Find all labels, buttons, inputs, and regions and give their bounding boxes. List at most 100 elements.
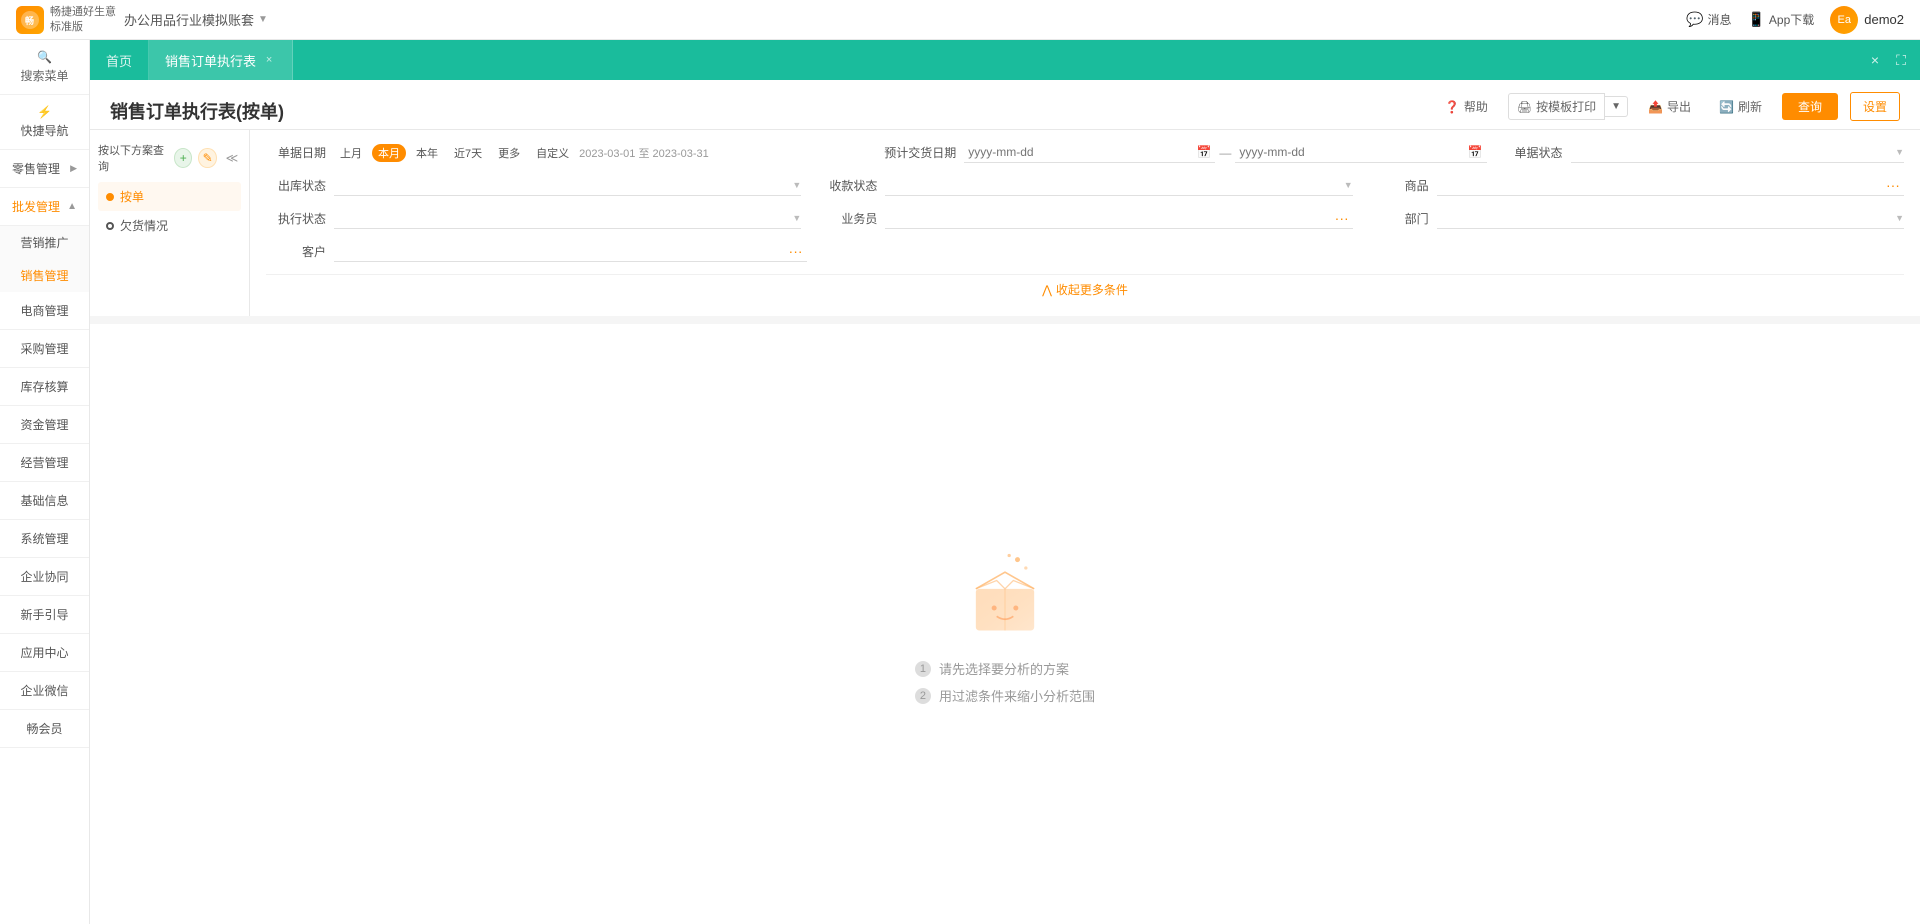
print-button[interactable]: 🖨 按模板打印: [1508, 93, 1605, 120]
nav-tabs: 首页 销售订单执行表 × × ⛶: [90, 40, 1920, 80]
sidebar-item-ecommerce[interactable]: 电商管理: [0, 292, 89, 330]
predict-date-end-input[interactable]: [1235, 142, 1463, 162]
user-info[interactable]: Ea demo2: [1830, 6, 1904, 34]
content-wrapper: 销售订单执行表(按单) ❓ 帮助 🖨 按模板打印 ▼ 📤: [90, 80, 1920, 924]
sidebar-item-inventory[interactable]: 库存核算: [0, 368, 89, 406]
logo-area: 畅 畅捷通好生意 标准版: [16, 5, 116, 34]
print-dropdown-arrow[interactable]: ▼: [1605, 96, 1628, 117]
export-button[interactable]: 📤 导出: [1640, 94, 1699, 119]
sidebar-item-wechat[interactable]: 企业微信: [0, 672, 89, 710]
customer-more-icon[interactable]: ···: [785, 243, 807, 259]
ship-status-label: 出库状态: [266, 177, 326, 194]
sidebar-item-app-center[interactable]: 应用中心: [0, 634, 89, 672]
tab-sales-execution[interactable]: 销售订单执行表 ×: [149, 40, 293, 80]
message-button[interactable]: 💬 消息: [1686, 11, 1731, 28]
sidebar-item-member[interactable]: 畅会员: [0, 710, 89, 748]
tab-close-icon[interactable]: ×: [262, 53, 276, 67]
filter-section: 按以下方案查询 + ✎ ≪ 按单 欠货情况: [90, 130, 1920, 316]
date-custom[interactable]: 自定义: [530, 144, 575, 162]
sidebar-item-new-guide[interactable]: 新手引导: [0, 596, 89, 634]
collapse-sidebar-button[interactable]: ≪: [223, 148, 241, 168]
maximize-button[interactable]: ⛶: [1890, 49, 1912, 71]
sidebar-item-quick-nav[interactable]: ⚡ 快捷导航: [0, 95, 89, 150]
filter-exec-status-field: 执行状态: [266, 208, 801, 229]
exec-status-label: 执行状态: [266, 210, 326, 227]
exec-status-dropdown-icon[interactable]: [792, 213, 801, 224]
salesperson-more-icon[interactable]: ···: [1331, 210, 1353, 226]
content-area: 首页 销售订单执行表 × × ⛶ 销售订单执行表(按单) ❓ 帮助: [90, 40, 1920, 924]
date-quick-options: 上月 本月 本年 近7天 更多 自定义: [334, 144, 575, 162]
filter-content: 单据日期 上月 本月 本年 近7天 更多 自定义: [250, 130, 1920, 316]
sidebar-item-retail[interactable]: 零售管理: [0, 150, 89, 188]
ship-status-input[interactable]: [334, 175, 792, 195]
avatar: Ea: [1830, 6, 1858, 34]
download-icon: 📱: [1747, 11, 1764, 28]
sidebar-item-search[interactable]: 🔍 搜索菜单: [0, 40, 89, 95]
edit-plan-button[interactable]: ✎: [198, 148, 216, 168]
calendar-start-icon[interactable]: 📅: [1192, 145, 1215, 159]
filter-dept-field: 部门: [1369, 208, 1904, 229]
collapse-more-button[interactable]: ⋀ 收起更多条件: [266, 274, 1904, 304]
product-more-icon[interactable]: ···: [1882, 177, 1904, 193]
ship-status-dropdown-icon[interactable]: [792, 180, 801, 191]
plan-active-dot: [106, 193, 114, 201]
logo-text: 畅捷通好生意 标准版: [50, 5, 116, 34]
predict-date-start-input[interactable]: [964, 142, 1192, 162]
sidebar: 🔍 搜索菜单 ⚡ 快捷导航 零售管理 批发管理 ▲ 营销推广 销售管理 电商管理: [0, 40, 90, 924]
date-this-year[interactable]: 本年: [410, 144, 444, 162]
date-range-display: 2023-03-01 至 2023-03-31: [579, 145, 709, 161]
status-input[interactable]: [1571, 142, 1896, 162]
tabs-spacer: [293, 40, 1856, 80]
header-left: 畅 畅捷通好生意 标准版 办公用品行业模拟账套 ▼: [16, 5, 268, 34]
dept-wrapper: [1437, 208, 1904, 229]
refresh-button[interactable]: 🔄 刷新: [1711, 94, 1770, 119]
settings-button[interactable]: 设置: [1850, 92, 1900, 121]
svg-text:畅: 畅: [25, 15, 34, 26]
salesperson-wrapper: ···: [885, 208, 1352, 229]
exec-status-input[interactable]: [334, 208, 792, 228]
filter-status-field: 单据状态: [1503, 142, 1905, 163]
product-input[interactable]: [1437, 175, 1882, 195]
customer-wrapper: ···: [334, 241, 807, 262]
payment-status-label: 收款状态: [817, 177, 877, 194]
dept-input[interactable]: [1437, 208, 1895, 228]
status-select-wrapper: [1571, 142, 1905, 163]
print-button-group: 🖨 按模板打印 ▼: [1508, 93, 1628, 120]
app-download-button[interactable]: 📱 App下载: [1747, 11, 1814, 28]
help-button[interactable]: ❓ 帮助: [1437, 94, 1496, 119]
sidebar-item-operations[interactable]: 经营管理: [0, 444, 89, 482]
filter-ship-status-field: 出库状态: [266, 175, 801, 196]
date-last-7-days[interactable]: 近7天: [448, 144, 488, 162]
sidebar-item-finance[interactable]: 资金管理: [0, 406, 89, 444]
date-this-month[interactable]: 本月: [372, 144, 406, 162]
app-selector[interactable]: 办公用品行业模拟账套 ▼: [124, 10, 268, 29]
filter-row-4: 客户 ···: [266, 241, 1904, 262]
sidebar-item-sales[interactable]: 销售管理: [0, 259, 89, 292]
sidebar-item-basic-info[interactable]: 基础信息: [0, 482, 89, 520]
filter-customer-field: 客户 ···: [266, 241, 807, 262]
sidebar-item-wholesale[interactable]: 批发管理 ▲: [0, 188, 89, 226]
sidebar-item-enterprise[interactable]: 企业协同: [0, 558, 89, 596]
tabs-actions: × ⛶: [1856, 40, 1920, 80]
tab-home[interactable]: 首页: [90, 40, 149, 80]
salesperson-input[interactable]: [885, 208, 1330, 228]
payment-status-input[interactable]: [885, 175, 1343, 195]
plan-item-order[interactable]: 按单: [98, 182, 241, 211]
sidebar-item-marketing[interactable]: 营销推广: [0, 226, 89, 259]
payment-status-dropdown-icon[interactable]: [1344, 180, 1353, 191]
close-window-button[interactable]: ×: [1864, 49, 1886, 71]
customer-label: 客户: [266, 243, 326, 260]
top-header: 畅 畅捷通好生意 标准版 办公用品行业模拟账套 ▼ 💬 消息 📱 App下载 E…: [0, 0, 1920, 40]
plan-item-shortage[interactable]: 欠货情况: [98, 211, 241, 240]
customer-input[interactable]: [334, 241, 785, 261]
date-range-separator: —: [1219, 146, 1231, 160]
date-more[interactable]: 更多: [492, 144, 526, 162]
dept-dropdown-icon[interactable]: [1895, 213, 1904, 224]
sidebar-item-system[interactable]: 系统管理: [0, 520, 89, 558]
query-button[interactable]: 查询: [1782, 93, 1838, 120]
status-dropdown-icon[interactable]: [1895, 147, 1904, 158]
date-last-month[interactable]: 上月: [334, 144, 368, 162]
add-plan-button[interactable]: +: [174, 148, 192, 168]
calendar-end-icon[interactable]: 📅: [1464, 145, 1487, 159]
sidebar-item-purchase[interactable]: 采购管理: [0, 330, 89, 368]
